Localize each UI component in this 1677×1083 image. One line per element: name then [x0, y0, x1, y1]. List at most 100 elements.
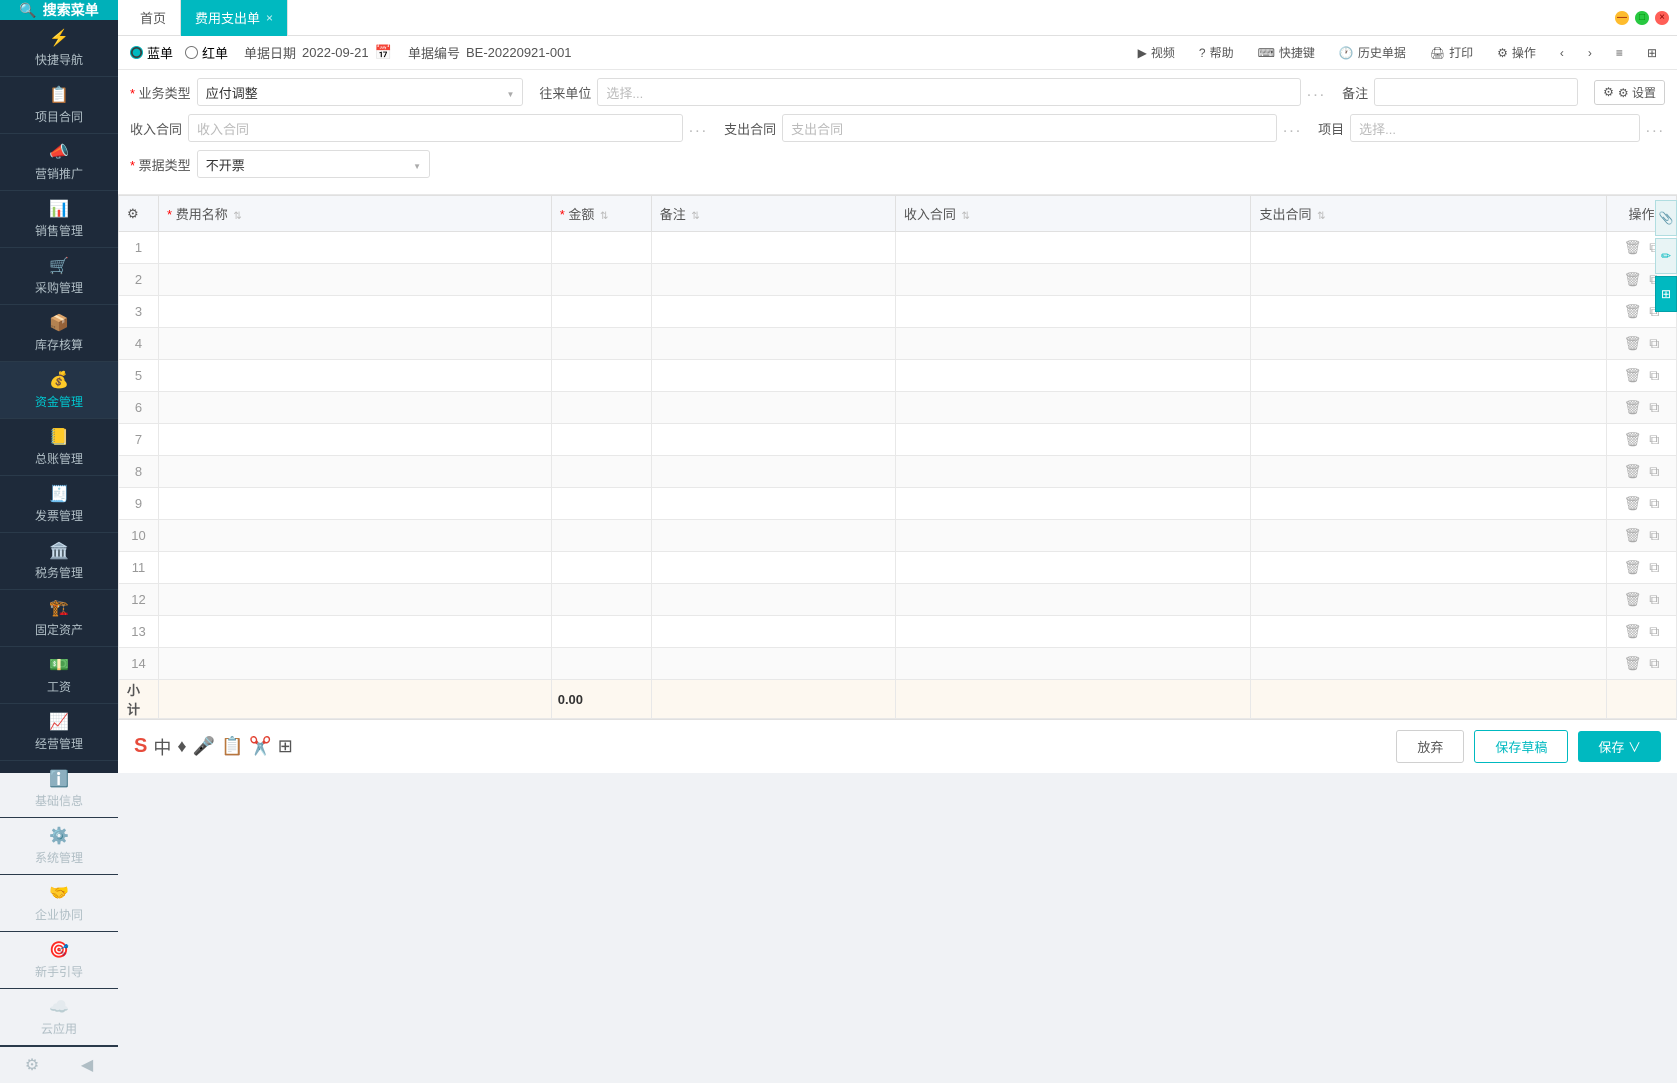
sidebar-item-ledger-management[interactable]: 📒 总账管理: [0, 419, 118, 476]
expense-name-cell[interactable]: [159, 296, 552, 328]
income-contract-cell[interactable]: [895, 264, 1251, 296]
delete-icon[interactable]: 🗑: [1624, 495, 1642, 511]
amount-cell[interactable]: [551, 296, 651, 328]
expense-name-cell[interactable]: [159, 456, 552, 488]
save-draft-button[interactable]: 保存草稿: [1474, 730, 1568, 763]
radio-red-input[interactable]: [185, 46, 198, 59]
col-amount-header[interactable]: * 金额 ⇅: [551, 196, 651, 232]
expense-contract-cell[interactable]: [1251, 616, 1607, 648]
help-btn[interactable]: ? 帮助: [1191, 42, 1242, 63]
amount-cell[interactable]: [551, 648, 651, 680]
expense-contract-cell[interactable]: [1251, 264, 1607, 296]
income-contract-cell[interactable]: [895, 584, 1251, 616]
income-contract-cell[interactable]: [895, 392, 1251, 424]
expense-contract-cell[interactable]: [1251, 424, 1607, 456]
settings-button[interactable]: ⚙ ⚙ 设置: [1594, 80, 1665, 105]
tab-home[interactable]: 首页: [126, 0, 181, 36]
delete-icon[interactable]: 🗑: [1624, 463, 1642, 479]
footer-icon-copy[interactable]: 📋: [221, 736, 243, 757]
income-contract-cell[interactable]: [895, 648, 1251, 680]
grid-view-btn[interactable]: ⊞: [1639, 44, 1665, 62]
copy-icon[interactable]: ⧉: [1649, 655, 1659, 671]
delete-icon[interactable]: 🗑: [1624, 367, 1642, 383]
next-btn[interactable]: ›: [1580, 44, 1600, 62]
copy-icon[interactable]: ⧉: [1649, 399, 1659, 415]
delete-icon[interactable]: 🗑: [1624, 431, 1642, 447]
income-contract-cell[interactable]: [895, 552, 1251, 584]
remark-cell[interactable]: [651, 456, 895, 488]
remark-cell[interactable]: [651, 648, 895, 680]
radio-red-label[interactable]: 红单: [185, 43, 228, 62]
business-type-select[interactable]: 应付调整: [197, 78, 524, 106]
copy-icon[interactable]: ⧉: [1649, 431, 1659, 447]
copy-icon[interactable]: ⧉: [1649, 527, 1659, 543]
expense-name-cell[interactable]: [159, 520, 552, 552]
delete-icon[interactable]: 🗑: [1624, 527, 1642, 543]
col-expense-name-header[interactable]: * 费用名称 ⇅: [159, 196, 552, 232]
print-btn[interactable]: 🖨 打印: [1422, 42, 1481, 63]
amount-cell[interactable]: [551, 584, 651, 616]
expense-name-cell[interactable]: [159, 264, 552, 296]
amount-cell[interactable]: [551, 552, 651, 584]
income-contract-cell[interactable]: [895, 488, 1251, 520]
expense-name-cell[interactable]: [159, 360, 552, 392]
expense-contract-dots[interactable]: ...: [1283, 119, 1302, 137]
expense-contract-cell[interactable]: [1251, 232, 1607, 264]
copy-icon[interactable]: ⧉: [1649, 335, 1659, 351]
copy-icon[interactable]: ⧉: [1649, 591, 1659, 607]
footer-icon-diamond[interactable]: ♦: [177, 736, 186, 757]
remark-cell[interactable]: [651, 520, 895, 552]
footer-icon-s[interactable]: S: [134, 735, 147, 758]
col-expense-contract-header[interactable]: 支出合同 ⇅: [1251, 196, 1607, 232]
remark-cell[interactable]: [651, 328, 895, 360]
footer-icon-zh[interactable]: 中: [153, 734, 171, 760]
sidebar-item-sales-promotion[interactable]: 📣 营销推广: [0, 134, 118, 191]
income-contract-select[interactable]: 收入合同: [188, 114, 683, 142]
expense-contract-cell[interactable]: [1251, 328, 1607, 360]
col-config-header[interactable]: ⚙: [119, 196, 159, 232]
sidebar-item-fixed-assets[interactable]: 🏗️ 固定资产: [0, 590, 118, 647]
expense-name-cell[interactable]: [159, 648, 552, 680]
sidebar-item-system-management[interactable]: ⚙️ 系统管理: [0, 818, 118, 875]
sidebar-item-tax-management[interactable]: 🏛️ 税务管理: [0, 533, 118, 590]
expense-contract-cell[interactable]: [1251, 552, 1607, 584]
tab-close-icon[interactable]: ×: [266, 11, 273, 25]
settings-bottom-icon[interactable]: ⚙: [25, 1055, 39, 1075]
delete-icon[interactable]: 🗑: [1624, 303, 1642, 319]
expense-name-cell[interactable]: [159, 552, 552, 584]
expense-name-cell[interactable]: [159, 392, 552, 424]
video-btn[interactable]: ▶ 视频: [1130, 42, 1183, 63]
delete-icon[interactable]: 🗑: [1624, 271, 1642, 287]
sidebar-item-enterprise-collab[interactable]: 🤝 企业协同: [0, 875, 118, 932]
amount-cell[interactable]: [551, 392, 651, 424]
sidebar-item-invoice-management[interactable]: 🧾 发票管理: [0, 476, 118, 533]
expense-contract-cell[interactable]: [1251, 296, 1607, 328]
remark-cell[interactable]: [651, 296, 895, 328]
amount-cell[interactable]: [551, 616, 651, 648]
right-panel-edit[interactable]: ✏: [1655, 238, 1677, 274]
copy-icon[interactable]: ⧉: [1649, 367, 1659, 383]
income-contract-cell[interactable]: [895, 328, 1251, 360]
counterpart-dots[interactable]: ...: [1307, 83, 1326, 101]
col-income-contract-header[interactable]: 收入合同 ⇅: [895, 196, 1251, 232]
save-button[interactable]: 保存 ∨: [1578, 731, 1661, 762]
amount-cell[interactable]: [551, 328, 651, 360]
copy-icon[interactable]: ⧉: [1649, 623, 1659, 639]
delete-icon[interactable]: 🗑: [1624, 239, 1642, 255]
col-remark-header[interactable]: 备注 ⇅: [651, 196, 895, 232]
income-contract-cell[interactable]: [895, 296, 1251, 328]
sidebar-item-basic-info[interactable]: ℹ️ 基础信息: [0, 761, 118, 818]
radio-blue-input[interactable]: [130, 46, 143, 59]
remark-cell[interactable]: [651, 552, 895, 584]
operation-btn[interactable]: ⚙ 操作: [1489, 42, 1544, 63]
expense-name-cell[interactable]: [159, 488, 552, 520]
income-contract-cell[interactable]: [895, 360, 1251, 392]
remark-cell[interactable]: [651, 264, 895, 296]
sidebar-item-new-guide[interactable]: 🎯 新手引导: [0, 932, 118, 989]
window-maximize-btn[interactable]: □: [1635, 11, 1649, 25]
income-contract-cell[interactable]: [895, 616, 1251, 648]
expense-contract-cell[interactable]: [1251, 360, 1607, 392]
delete-icon[interactable]: 🗑: [1624, 655, 1642, 671]
expense-name-cell[interactable]: [159, 584, 552, 616]
footer-icon-cut[interactable]: ✂️: [249, 736, 271, 757]
